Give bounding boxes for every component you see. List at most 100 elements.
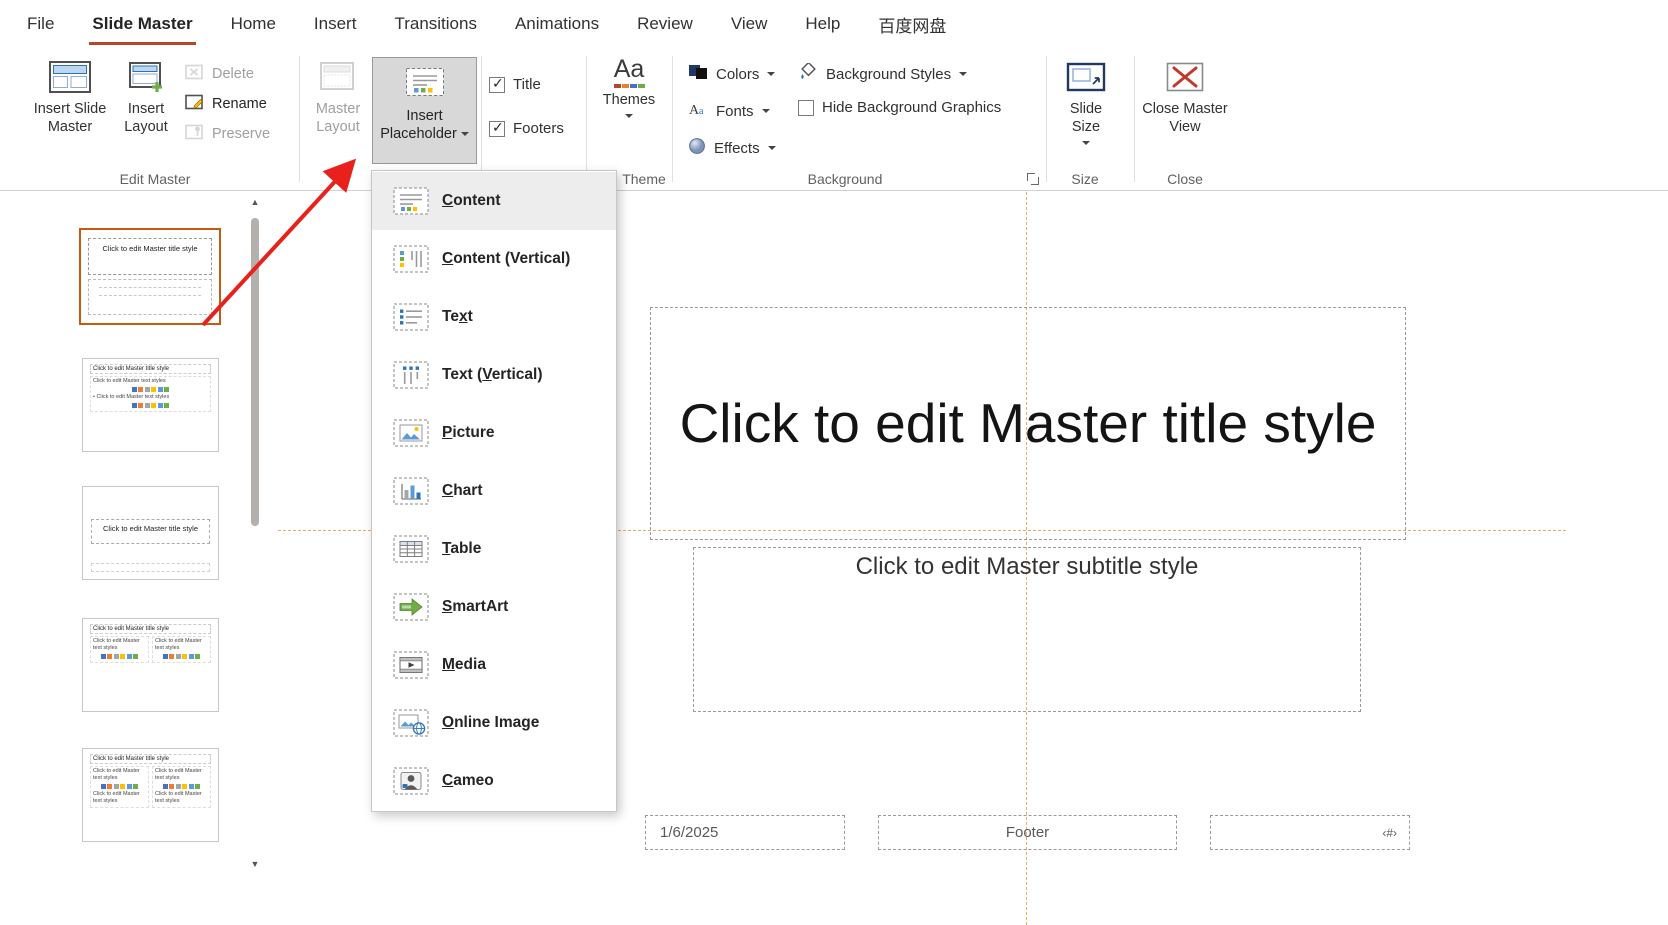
- menu-item-label: Text (Vertical): [442, 366, 543, 383]
- content-icon: [162, 784, 168, 790]
- content-icon: [151, 387, 157, 393]
- menu-item-online-image[interactable]: Online Image: [372, 694, 616, 752]
- content-icon: [151, 403, 157, 409]
- text-vertical-icon: [393, 361, 429, 389]
- menu-item-text-vertical[interactable]: Text (Vertical): [372, 346, 616, 404]
- content-icon: [100, 784, 106, 790]
- menu-item-label: Text: [442, 308, 473, 325]
- thumb-body-text: Click to edit Master text styles: [93, 378, 166, 384]
- content-icon: [144, 387, 150, 393]
- thumb-column: Click to edit Master text styles Click to…: [152, 766, 211, 808]
- content-icons: [155, 784, 208, 790]
- content-icon: [107, 654, 113, 660]
- picture-icon: [393, 419, 429, 447]
- content-icon: [138, 387, 144, 393]
- online-image-icon: [393, 709, 429, 737]
- thumb-body-text: Click to edit Master text styles: [93, 638, 140, 652]
- content-icons: [93, 784, 146, 790]
- content-icon: [107, 784, 113, 790]
- content-icon: [120, 784, 126, 790]
- thumb-body: Click to edit Master text styles Click to…: [90, 766, 211, 808]
- content-icon: [182, 654, 188, 660]
- menu-item-label: Table: [442, 540, 482, 557]
- scrollbar-thumb[interactable]: [251, 218, 259, 526]
- thumb-body-text: Click to edit Master text styles: [155, 791, 202, 805]
- menu-item-label: Online Image: [442, 714, 540, 731]
- thumb-body-text: • Click to edit Master text styles: [93, 394, 170, 401]
- content-icons: [93, 403, 208, 409]
- thumb-body-text: Click to edit Master text styles: [93, 791, 140, 805]
- menu-item-cameo[interactable]: Cameo: [372, 752, 616, 810]
- menu-item-label: Media: [442, 656, 486, 673]
- slide-thumbnail-4[interactable]: Click to edit Master title style Click to…: [82, 618, 219, 712]
- smartart-icon: [393, 593, 429, 621]
- thumb-body: Click to edit Master text styles Click to…: [90, 636, 211, 664]
- menu-item-media[interactable]: Media: [372, 636, 616, 694]
- media-icon: [393, 651, 429, 679]
- text-icon: [393, 303, 429, 331]
- content-icon: [138, 403, 144, 409]
- menu-item-content-vertical[interactable]: Content (Vertical): [372, 230, 616, 288]
- content-icon: [120, 654, 126, 660]
- content-icon: [169, 784, 175, 790]
- menu-item-label: Content (Vertical): [442, 250, 571, 267]
- thumb-body-text: Click to edit Master text styles: [155, 768, 202, 782]
- content-icons: [155, 654, 208, 660]
- thumb-title: Click to edit Master title style: [88, 238, 212, 275]
- content-icon: [157, 387, 163, 393]
- slide-thumbnail-1[interactable]: Click to edit Master title style: [79, 228, 221, 325]
- thumb-body: Click to edit Master text styles • Click …: [90, 376, 211, 413]
- content-icon: [393, 187, 429, 215]
- thumb-column: Click to edit Master text styles: [152, 636, 211, 664]
- content-icon: [195, 784, 201, 790]
- content-icons: [93, 654, 146, 660]
- powerpoint-window: File Slide Master Home Insert Transitions Ani…: [0, 0, 1668, 925]
- content-icon: [113, 654, 119, 660]
- thumb-body: [88, 279, 212, 315]
- menu-item-picture[interactable]: Picture: [372, 404, 616, 462]
- thumb-title: Click to edit Master title style: [90, 364, 211, 374]
- thumb-title: Click to edit Master title style: [90, 754, 211, 764]
- content-icon: [175, 654, 181, 660]
- content-icon: [169, 654, 175, 660]
- menu-item-smartart[interactable]: SmartArt: [372, 578, 616, 636]
- content-icon: [175, 784, 181, 790]
- menu-item-text[interactable]: Text: [372, 288, 616, 346]
- content-icon: [182, 784, 188, 790]
- content-icon: [126, 784, 132, 790]
- thumb-column: Click to edit Master text styles: [90, 636, 149, 664]
- content-icon: [131, 403, 137, 409]
- content-icon: [126, 654, 132, 660]
- menu-item-chart[interactable]: Chart: [372, 462, 616, 520]
- content-icon: [100, 654, 106, 660]
- content-icon: [164, 403, 170, 409]
- content-icon: [157, 403, 163, 409]
- chart-icon: [393, 477, 429, 505]
- cameo-icon: [393, 767, 429, 795]
- menu-item-label: Chart: [442, 482, 483, 499]
- content-icons: [93, 387, 208, 393]
- content-icon: [113, 784, 119, 790]
- slide-thumbnail-2[interactable]: Click to edit Master title style Click to…: [82, 358, 219, 452]
- slide-thumbnail-3[interactable]: Click to edit Master title style: [82, 486, 219, 580]
- menu-item-content[interactable]: Content: [372, 172, 616, 230]
- content-icon: [131, 387, 137, 393]
- content-vertical-icon: [393, 245, 429, 273]
- table-icon: [393, 535, 429, 563]
- menu-item-label: Picture: [442, 424, 495, 441]
- content-icon: [188, 654, 194, 660]
- content-icon: [133, 784, 139, 790]
- menu-item-table[interactable]: Table: [372, 520, 616, 578]
- thumb-footer: [91, 563, 210, 572]
- content-icon: [195, 654, 201, 660]
- thumbnail-scrollbar[interactable]: ▲ ▼: [247, 194, 263, 872]
- scroll-down-button[interactable]: ▼: [247, 856, 263, 872]
- slide-thumbnail-5[interactable]: Click to edit Master title style Click to…: [82, 748, 219, 842]
- content-icon: [144, 403, 150, 409]
- content-icon: [133, 654, 139, 660]
- menu-item-label: Cameo: [442, 772, 494, 789]
- thumb-body-text: Click to edit Master text styles: [93, 768, 140, 782]
- thumb-body-text: Click to edit Master text styles: [155, 638, 202, 652]
- thumb-column: Click to edit Master text styles Click to…: [90, 766, 149, 808]
- scroll-up-button[interactable]: ▲: [247, 194, 263, 210]
